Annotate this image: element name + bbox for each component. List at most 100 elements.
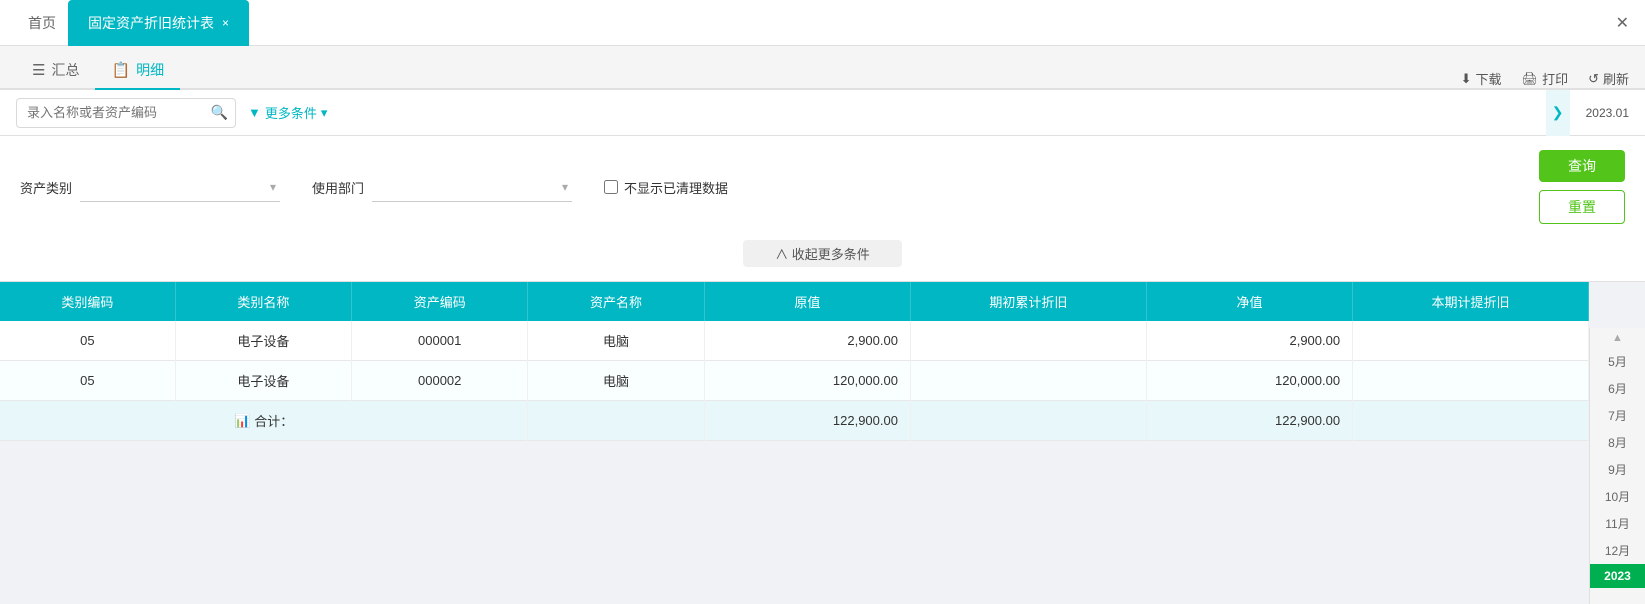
filter-buttons: 查询 重置 <box>1539 150 1625 224</box>
department-select-wrap <box>372 172 572 202</box>
filter-collapse-arrow[interactable]: ❯ <box>1546 90 1570 136</box>
more-filter-chevron: ▾ <box>321 105 328 121</box>
nav-tab-title: 固定资产折旧统计表 <box>88 13 214 33</box>
total-original-value: 122,900.00 <box>704 401 910 441</box>
tab-row: ☰ 汇总 📋 明细 ⬇ 下载 🖨 打印 ↺ 刷新 <box>0 46 1645 90</box>
date-item-6[interactable]: 6月 <box>1590 375 1645 402</box>
cell-category-name: 电子设备 <box>175 361 351 401</box>
total-label-text: 合计： <box>254 411 293 430</box>
cell-asset-code: 000001 <box>352 321 528 361</box>
search-icon: 🔍 <box>211 104 228 121</box>
cell-original-value: 2,900.00 <box>704 321 910 361</box>
data-table: 类别编码 类别名称 资产编码 资产名称 原值 期初累计折旧 净值 本期计提折旧 … <box>0 282 1589 441</box>
refresh-label: 刷新 <box>1603 69 1629 88</box>
download-icon: ⬇ <box>1461 71 1472 87</box>
date-item-11[interactable]: 11月 <box>1590 510 1645 537</box>
date-item-9[interactable]: 9月 <box>1590 456 1645 483</box>
more-filter-button[interactable]: ▼ 更多条件 ▾ <box>248 103 327 122</box>
cell-asset-code: 000002 <box>352 361 528 401</box>
search-wrap: 🔍 <box>16 98 236 128</box>
main-content: 类别编码 类别名称 资产编码 资产名称 原值 期初累计折旧 净值 本期计提折旧 … <box>0 282 1645 604</box>
cell-current-depreciation <box>1353 361 1589 401</box>
print-button[interactable]: 🖨 打印 <box>1522 69 1569 88</box>
total-icon: 📊 <box>234 413 250 429</box>
reset-button[interactable]: 重置 <box>1539 190 1625 224</box>
summary-icon: ☰ <box>32 61 45 79</box>
department-label: 使用部门 <box>312 178 364 197</box>
total-current-depreciation <box>1353 401 1589 441</box>
asset-category-select-wrap <box>80 172 280 202</box>
cell-asset-name: 电脑 <box>528 361 704 401</box>
date-item-10[interactable]: 10月 <box>1590 483 1645 510</box>
col-header-asset-code: 资产编码 <box>352 282 528 321</box>
table-area: 类别编码 类别名称 资产编码 资产名称 原值 期初累计折旧 净值 本期计提折旧 … <box>0 282 1589 604</box>
date-item-12[interactable]: 12月 <box>1590 537 1645 564</box>
cell-category-name: 电子设备 <box>175 321 351 361</box>
collapse-button[interactable]: ∧ 收起更多条件 <box>743 240 902 267</box>
cell-category-code: 05 <box>0 321 175 361</box>
nav-home[interactable]: 首页 <box>16 13 68 33</box>
hide-cleared-checkbox[interactable] <box>604 180 618 194</box>
date-item-7[interactable]: 7月 <box>1590 402 1645 429</box>
total-row: 📊 合计： 122,900.00 122,900.00 <box>0 401 1589 441</box>
advanced-filter-section: 资产类别 使用部门 不显示已清理数据 <box>0 136 1645 282</box>
department-field: 使用部门 <box>312 172 572 202</box>
cell-net-value: 2,900.00 <box>1146 321 1352 361</box>
total-asset-name <box>528 401 704 441</box>
date-display: 2023.01 <box>1586 106 1629 120</box>
hide-cleared-wrap: 不显示已清理数据 <box>604 178 728 197</box>
col-header-category-code: 类别编码 <box>0 282 175 321</box>
col-header-accumulated-depreciation: 期初累计折旧 <box>910 282 1146 321</box>
tab-summary-label: 汇总 <box>51 60 79 80</box>
col-header-category-name: 类别名称 <box>175 282 351 321</box>
asset-category-select[interactable] <box>80 172 280 202</box>
refresh-button[interactable]: ↺ 刷新 <box>1588 69 1629 88</box>
asset-category-label: 资产类别 <box>20 178 72 197</box>
cell-category-code: 05 <box>0 361 175 401</box>
search-input[interactable] <box>16 98 236 128</box>
tab-detail[interactable]: 📋 明细 <box>95 52 180 90</box>
date-sidebar: ▲ 5月 6月 7月 8月 9月 10月 11月 12月 2023 <box>1589 328 1645 604</box>
print-icon: 🖨 <box>1522 71 1539 87</box>
col-header-net-value: 净值 <box>1146 282 1352 321</box>
table-row: 05 电子设备 000002 电脑 120,000.00 120,000.00 <box>0 361 1589 401</box>
nav-tab-fixed-assets[interactable]: 固定资产折旧统计表 × <box>68 0 249 46</box>
col-header-original-value: 原值 <box>704 282 910 321</box>
date-item-8[interactable]: 8月 <box>1590 429 1645 456</box>
detail-icon: 📋 <box>111 61 130 79</box>
col-header-current-depreciation: 本期计提折旧 <box>1353 282 1589 321</box>
tab-detail-label: 明细 <box>136 60 164 80</box>
col-header-asset-name: 资产名称 <box>528 282 704 321</box>
refresh-icon: ↺ <box>1588 71 1599 87</box>
cell-asset-name: 电脑 <box>528 321 704 361</box>
print-label: 打印 <box>1542 69 1568 88</box>
total-net-value: 122,900.00 <box>1146 401 1352 441</box>
top-nav: 首页 固定资产折旧统计表 × ✕ <box>0 0 1645 46</box>
filter-row-1: 资产类别 使用部门 不显示已清理数据 <box>20 150 1625 224</box>
scroll-up-icon[interactable]: ▲ <box>1612 328 1623 348</box>
collapse-row: ∧ 收起更多条件 <box>20 240 1625 267</box>
download-button[interactable]: ⬇ 下载 <box>1461 69 1502 88</box>
department-select[interactable] <box>372 172 572 202</box>
cell-accumulated-depreciation <box>910 361 1146 401</box>
filter-bar: 🔍 ▼ 更多条件 ▾ ❯ 2023.01 <box>0 90 1645 136</box>
total-label-cell: 📊 合计： <box>0 401 528 441</box>
cell-current-depreciation <box>1353 321 1589 361</box>
hide-cleared-label: 不显示已清理数据 <box>624 178 728 197</box>
window-close-button[interactable]: ✕ <box>1616 13 1629 33</box>
asset-category-field: 资产类别 <box>20 172 280 202</box>
download-label: 下载 <box>1476 69 1502 88</box>
cell-accumulated-depreciation <box>910 321 1146 361</box>
total-accumulated-depreciation <box>910 401 1146 441</box>
date-item-5[interactable]: 5月 <box>1590 348 1645 375</box>
more-filter-label: 更多条件 <box>265 103 317 122</box>
nav-tab-close-icon[interactable]: × <box>222 16 229 30</box>
cell-net-value: 120,000.00 <box>1146 361 1352 401</box>
table-row: 05 电子设备 000001 电脑 2,900.00 2,900.00 <box>0 321 1589 361</box>
filter-icon: ▼ <box>248 105 261 120</box>
cell-original-value: 120,000.00 <box>704 361 910 401</box>
query-button[interactable]: 查询 <box>1539 150 1625 182</box>
tab-toolbar: ⬇ 下载 🖨 打印 ↺ 刷新 <box>1461 69 1629 88</box>
tab-summary[interactable]: ☰ 汇总 <box>16 52 95 90</box>
date-year-badge[interactable]: 2023 <box>1590 564 1645 588</box>
